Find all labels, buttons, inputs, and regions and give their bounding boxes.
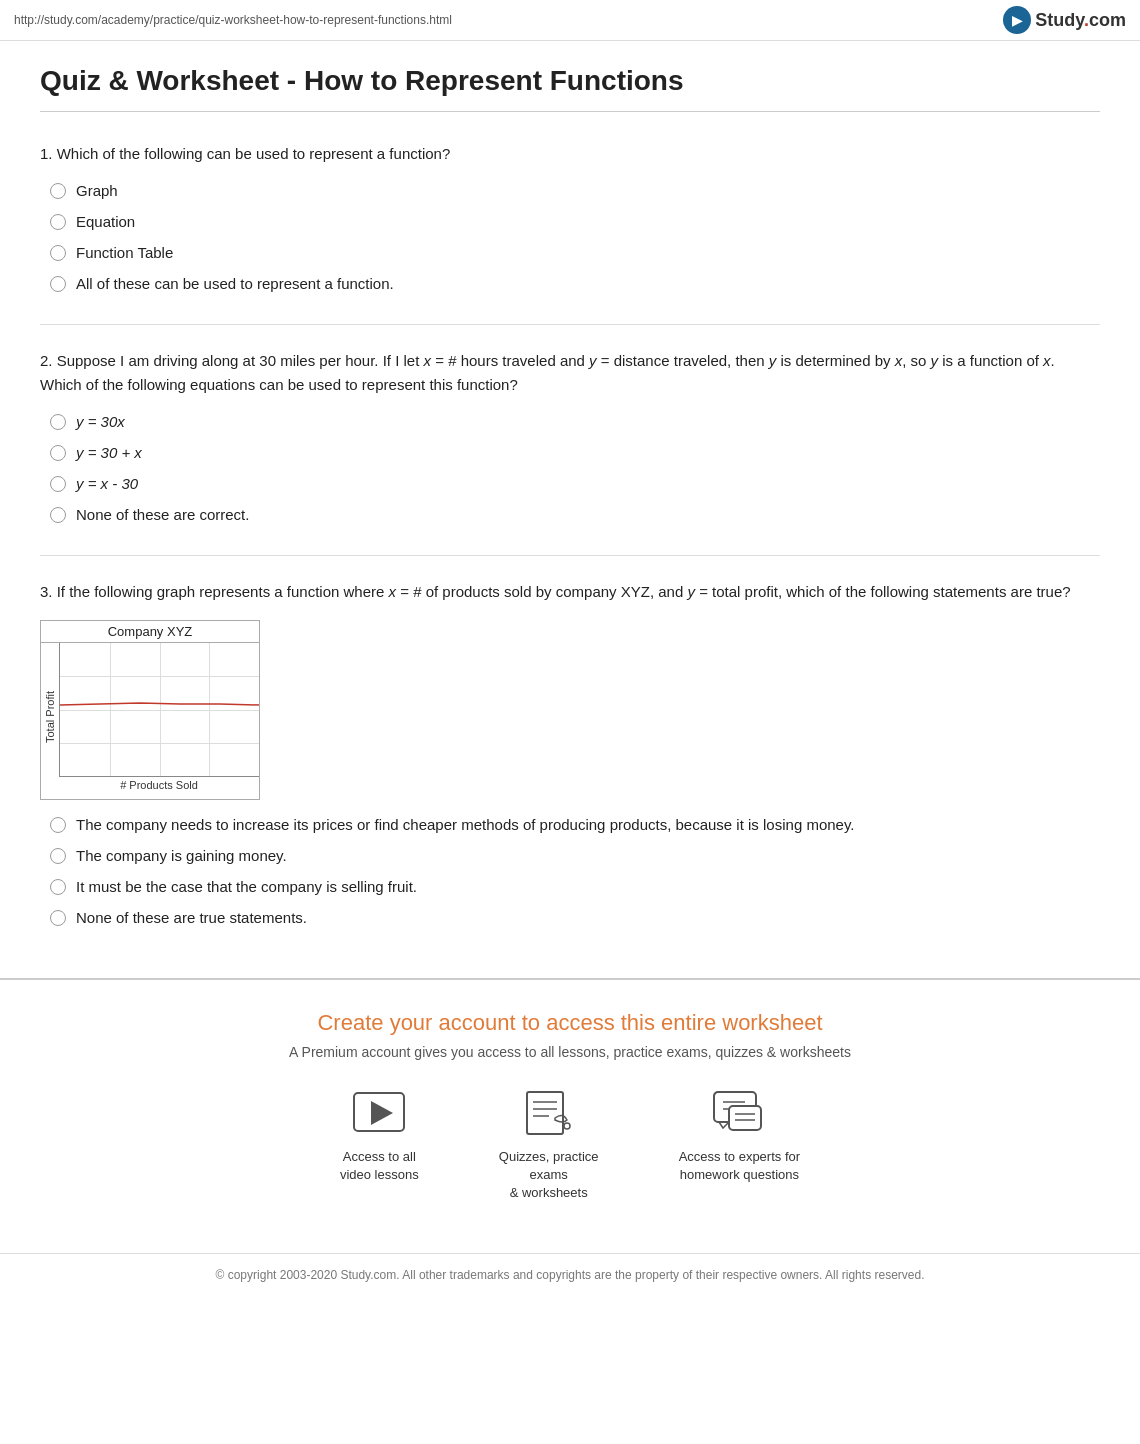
cta-section: Create your account to access this entir…	[0, 980, 1140, 1253]
option-1-1-label: Graph	[76, 182, 118, 199]
features-row: Access to allvideo lessons Quizzes, prac…	[20, 1088, 1120, 1203]
option-1-2-label: Equation	[76, 213, 135, 230]
feature-video-label: Access to allvideo lessons	[340, 1148, 419, 1184]
option-3-2[interactable]: The company is gaining money.	[50, 847, 1100, 864]
footer: © copyright 2003-2020 Study.com. All oth…	[0, 1253, 1140, 1296]
svg-marker-1	[371, 1101, 393, 1125]
question-2-text: 2. Suppose I am driving along at 30 mile…	[40, 349, 1100, 397]
question-3-text: 3. If the following graph represents a f…	[40, 580, 1100, 604]
chart-svg	[60, 643, 259, 776]
graph-title: Company XYZ	[41, 621, 259, 643]
quiz-svg	[519, 1088, 579, 1138]
chat-svg	[709, 1088, 769, 1138]
option-2-4-label: None of these are correct.	[76, 506, 249, 523]
radio-2-2[interactable]	[50, 445, 66, 461]
option-2-3-label: y = x - 30	[76, 475, 138, 492]
chat-icon	[709, 1088, 769, 1138]
question-1-options: Graph Equation Function Table All of the…	[40, 182, 1100, 292]
option-3-4[interactable]: None of these are true statements.	[50, 909, 1100, 926]
cta-title: Create your account to access this entir…	[20, 1010, 1120, 1036]
radio-3-3[interactable]	[50, 879, 66, 895]
question-3-options: The company needs to increase its prices…	[40, 816, 1100, 926]
page-title: Quiz & Worksheet - How to Represent Func…	[40, 65, 1100, 112]
company-xyz-graph: Company XYZ Total Profit	[40, 620, 260, 800]
play-icon	[349, 1088, 409, 1138]
option-1-4-label: All of these can be used to represent a …	[76, 275, 394, 292]
option-1-3[interactable]: Function Table	[50, 244, 1100, 261]
logo-play-icon: ▶	[1003, 6, 1031, 34]
radio-3-1[interactable]	[50, 817, 66, 833]
quiz-icon	[519, 1088, 579, 1138]
x-axis-label: # Products Sold	[59, 779, 259, 791]
feature-quizzes: Quizzes, practice exams& worksheets	[479, 1088, 619, 1203]
radio-1-3[interactable]	[50, 245, 66, 261]
logo-text: Study.com	[1035, 10, 1126, 31]
option-3-1[interactable]: The company needs to increase its prices…	[50, 816, 1100, 833]
option-3-3[interactable]: It must be the case that the company is …	[50, 878, 1100, 895]
logo: ▶ Study.com	[1003, 6, 1126, 34]
feature-video: Access to allvideo lessons	[340, 1088, 419, 1203]
radio-3-2[interactable]	[50, 848, 66, 864]
feature-experts: Access to experts forhomework questions	[679, 1088, 800, 1203]
y-axis-label: Total Profit	[41, 643, 59, 791]
play-svg	[349, 1088, 409, 1138]
option-1-1[interactable]: Graph	[50, 182, 1100, 199]
option-2-4[interactable]: None of these are correct.	[50, 506, 1100, 523]
option-3-3-label: It must be the case that the company is …	[76, 878, 417, 895]
question-1-text: 1. Which of the following can be used to…	[40, 142, 1100, 166]
option-3-2-label: The company is gaining money.	[76, 847, 287, 864]
option-2-1-label: y = 30x	[76, 413, 125, 430]
url-text: http://study.com/academy/practice/quiz-w…	[14, 13, 452, 27]
question-2-options: y = 30x y = 30 + x y = x - 30 None of th…	[40, 413, 1100, 523]
svg-point-6	[564, 1123, 570, 1129]
radio-1-1[interactable]	[50, 183, 66, 199]
graph-plot	[59, 643, 259, 777]
option-1-4[interactable]: All of these can be used to represent a …	[50, 275, 1100, 292]
radio-1-2[interactable]	[50, 214, 66, 230]
option-1-3-label: Function Table	[76, 244, 173, 261]
svg-rect-2	[527, 1092, 563, 1134]
main-container: Quiz & Worksheet - How to Represent Func…	[0, 41, 1140, 980]
cta-subtitle: A Premium account gives you access to al…	[20, 1044, 1120, 1060]
option-1-2[interactable]: Equation	[50, 213, 1100, 230]
question-3: 3. If the following graph represents a f…	[40, 580, 1100, 926]
option-2-2[interactable]: y = 30 + x	[50, 444, 1100, 461]
radio-1-4[interactable]	[50, 276, 66, 292]
question-1: 1. Which of the following can be used to…	[40, 142, 1100, 292]
feature-experts-label: Access to experts forhomework questions	[679, 1148, 800, 1184]
question-2: 2. Suppose I am driving along at 30 mile…	[40, 349, 1100, 523]
graph-inner: Total Profit	[41, 643, 259, 791]
radio-2-1[interactable]	[50, 414, 66, 430]
option-3-1-label: The company needs to increase its prices…	[76, 816, 854, 833]
svg-rect-10	[729, 1106, 761, 1130]
radio-3-4[interactable]	[50, 910, 66, 926]
radio-2-4[interactable]	[50, 507, 66, 523]
option-2-1[interactable]: y = 30x	[50, 413, 1100, 430]
option-2-3[interactable]: y = x - 30	[50, 475, 1100, 492]
option-3-4-label: None of these are true statements.	[76, 909, 307, 926]
radio-2-3[interactable]	[50, 476, 66, 492]
chart-line	[60, 703, 259, 705]
feature-quizzes-label: Quizzes, practice exams& worksheets	[479, 1148, 619, 1203]
option-2-2-label: y = 30 + x	[76, 444, 142, 461]
url-bar: http://study.com/academy/practice/quiz-w…	[0, 0, 1140, 41]
